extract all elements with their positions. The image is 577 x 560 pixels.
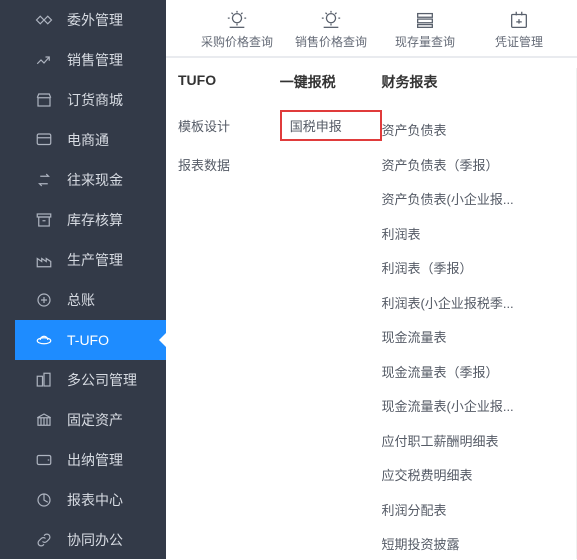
bank-icon xyxy=(35,411,59,429)
ledger-icon xyxy=(35,291,59,309)
sidebar-item-order-mall[interactable]: 订货商城 xyxy=(15,80,166,120)
sidebar-item-report-center[interactable]: 报表中心 xyxy=(15,480,166,520)
column-finance: 财务报表 资产负债表 资产负债表（季报） 资产负债表(小企业报... 利润表 利… xyxy=(382,68,577,559)
sidebar-item-label: 销售管理 xyxy=(67,50,123,70)
sidebar-item-cash[interactable]: 往来现金 xyxy=(15,160,166,200)
sidebar-item-label: 订货商城 xyxy=(67,90,123,110)
ecommerce-icon xyxy=(35,131,59,149)
submenu-panel: TUFO 模板设计 报表数据 一键报税 国税申报 财务报表 资产负债表 资产负债… xyxy=(166,68,577,559)
link-payroll-detail[interactable]: 应付职工薪酬明细表 xyxy=(382,421,568,456)
link-balance-sheet-small[interactable]: 资产负债表(小企业报... xyxy=(382,179,568,214)
sidebar-item-label: 电商通 xyxy=(67,130,109,150)
link-cash-flow-quarter[interactable]: 现金流量表（季报） xyxy=(382,352,568,387)
link-income-statement-small[interactable]: 利润表(小企业报税季... xyxy=(382,283,568,318)
tool-label: 现存量查询 xyxy=(395,33,455,50)
voucher-icon xyxy=(508,7,530,33)
column-tax: 一键报税 国税申报 xyxy=(280,68,382,559)
link-national-tax-declare[interactable]: 国税申报 xyxy=(290,119,342,134)
wallet-icon xyxy=(35,451,59,469)
tool-sales-price-query[interactable]: 销售价格查询 xyxy=(284,0,378,56)
tool-stock-query[interactable]: 现存量查询 xyxy=(378,0,472,56)
sidebar-item-general-ledger[interactable]: 总账 xyxy=(15,280,166,320)
link-profit-distribution[interactable]: 利润分配表 xyxy=(382,490,568,525)
sidebar-item-fixed-assets[interactable]: 固定资产 xyxy=(15,400,166,440)
tool-label: 凭证管理 xyxy=(495,33,543,50)
link-cash-flow-small[interactable]: 现金流量表(小企业报... xyxy=(382,386,568,421)
top-toolbar: 采购价格查询 销售价格查询 现存量查询 凭证管理 xyxy=(166,0,577,58)
sidebar-item-collab-office[interactable]: 协同办公 xyxy=(15,520,166,560)
link-cash-flow[interactable]: 现金流量表 xyxy=(382,317,568,352)
tool-label: 采购价格查询 xyxy=(201,33,273,50)
report-icon xyxy=(35,491,59,509)
column-head-tufo: TUFO xyxy=(178,68,280,92)
sidebar-item-production[interactable]: 生产管理 xyxy=(15,240,166,280)
sidebar-item-ecommerce[interactable]: 电商通 xyxy=(15,120,166,160)
sidebar-item-stock-audit[interactable]: 库存核算 xyxy=(15,200,166,240)
tool-purchase-price-query[interactable]: 采购价格查询 xyxy=(190,0,284,56)
tool-voucher-manage[interactable]: 凭证管理 xyxy=(472,0,566,56)
ufo-icon xyxy=(35,331,59,349)
archive-icon xyxy=(35,211,59,229)
link-report-data[interactable]: 报表数据 xyxy=(178,145,280,184)
link-short-term-investment[interactable]: 短期投资披露 xyxy=(382,524,568,559)
link-template-design[interactable]: 模板设计 xyxy=(178,106,280,145)
sidebar-item-multi-company[interactable]: 多公司管理 xyxy=(15,360,166,400)
link-tax-payable-detail[interactable]: 应交税费明细表 xyxy=(382,455,568,490)
sidebar-item-label: 固定资产 xyxy=(67,410,123,430)
sidebar-item-sales[interactable]: 销售管理 xyxy=(15,40,166,80)
sidebar-item-label: 报表中心 xyxy=(67,490,123,510)
sidebar-item-label: 生产管理 xyxy=(67,250,123,270)
factory-icon xyxy=(35,251,59,269)
sidebar-item-label: 多公司管理 xyxy=(67,370,137,390)
buildings-icon xyxy=(35,371,59,389)
sidebar-item-label: T-UFO xyxy=(67,332,109,348)
swap-icon xyxy=(35,171,59,189)
gear-search-icon xyxy=(320,7,342,33)
sidebar: 委外管理 销售管理 订货商城 电商通 往来现金 库存核算 生产管理 xyxy=(0,0,166,559)
sidebar-item-outsource[interactable]: 委外管理 xyxy=(15,0,166,40)
highlight-national-tax: 国税申报 xyxy=(280,110,382,141)
chart-up-icon xyxy=(35,51,59,69)
link-balance-sheet-quarter[interactable]: 资产负债表（季报） xyxy=(382,145,568,180)
column-tufo: TUFO 模板设计 报表数据 xyxy=(178,68,280,559)
sidebar-item-label: 协同办公 xyxy=(67,530,123,550)
sidebar-item-label: 委外管理 xyxy=(67,10,123,30)
sidebar-item-cashier[interactable]: 出纳管理 xyxy=(15,440,166,480)
sidebar-item-label: 出纳管理 xyxy=(67,450,123,470)
link-balance-sheet[interactable]: 资产负债表 xyxy=(382,110,568,145)
gear-search-icon xyxy=(226,7,248,33)
link-income-statement[interactable]: 利润表 xyxy=(382,214,568,249)
sidebar-item-label: 总账 xyxy=(67,290,95,310)
sidebar-item-tufo[interactable]: T-UFO xyxy=(15,320,166,360)
link-income-statement-quarter[interactable]: 利润表（季报） xyxy=(382,248,568,283)
column-head-finance: 财务报表 xyxy=(382,68,577,96)
tool-label: 销售价格查询 xyxy=(295,33,367,50)
link-icon xyxy=(35,531,59,549)
sidebar-item-label: 库存核算 xyxy=(67,210,123,230)
handshake-icon xyxy=(35,11,59,29)
shop-icon xyxy=(35,91,59,109)
stack-icon xyxy=(414,7,436,33)
sidebar-item-label: 往来现金 xyxy=(67,170,123,190)
column-head-tax: 一键报税 xyxy=(280,68,382,96)
